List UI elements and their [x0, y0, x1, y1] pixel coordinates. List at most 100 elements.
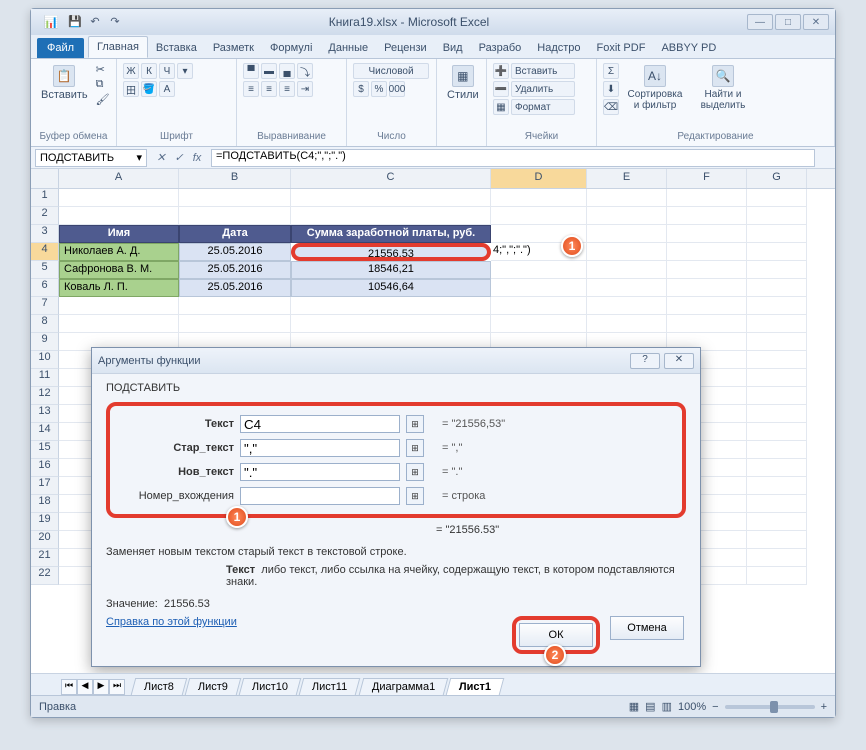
cell[interactable] — [747, 387, 807, 405]
row-header[interactable]: 10 — [31, 351, 59, 369]
cell[interactable] — [179, 189, 291, 207]
zoom-in-button[interactable]: + — [821, 701, 827, 713]
col-header-e[interactable]: E — [587, 169, 667, 188]
formula-input[interactable]: =ПОДСТАВИТЬ(C4;",";".") — [211, 149, 815, 167]
insert-cells-label[interactable]: Вставить — [511, 63, 575, 79]
number-format-dropdown[interactable]: Числовой — [353, 63, 429, 79]
arg-input-oldtext[interactable] — [240, 439, 400, 457]
close-button[interactable]: ✕ — [803, 14, 829, 30]
align-right-icon[interactable]: ≡ — [279, 81, 295, 97]
system-menu-icon[interactable]: 📊 — [31, 15, 71, 29]
row-header[interactable]: 18 — [31, 495, 59, 513]
tab-foxit[interactable]: Foxit PDF — [589, 38, 654, 58]
select-all-corner[interactable] — [31, 169, 59, 188]
row-header[interactable]: 5 — [31, 261, 59, 279]
row-header[interactable]: 2 — [31, 207, 59, 225]
cell[interactable]: Дата — [179, 225, 291, 243]
col-header-c[interactable]: C — [291, 169, 491, 188]
arg-ref-button-newtext[interactable]: ⊞ — [406, 463, 424, 481]
cell[interactable]: 25.05.2016 — [179, 261, 291, 279]
cell[interactable] — [747, 531, 807, 549]
cell[interactable] — [587, 189, 667, 207]
zoom-thumb[interactable] — [770, 701, 778, 713]
sheet-nav-last[interactable]: ⏭ — [109, 679, 125, 695]
cell[interactable] — [491, 207, 587, 225]
sheet-nav-first[interactable]: ⏮ — [61, 679, 77, 695]
align-left-icon[interactable]: ≡ — [243, 81, 259, 97]
cell[interactable] — [667, 297, 747, 315]
align-middle-icon[interactable]: ▬ — [261, 63, 277, 79]
cell[interactable] — [747, 459, 807, 477]
clear-icon[interactable]: ⌫ — [603, 99, 619, 115]
cell[interactable] — [59, 315, 179, 333]
cell[interactable] — [747, 405, 807, 423]
cell[interactable] — [491, 261, 587, 279]
copy-icon[interactable]: ⧉ — [96, 78, 110, 91]
cell[interactable] — [291, 189, 491, 207]
tab-insert[interactable]: Вставка — [148, 38, 205, 58]
sheet-tab[interactable]: Лист8 — [131, 678, 188, 695]
cell[interactable] — [747, 189, 807, 207]
view-pagelayout-icon[interactable]: ▤ — [645, 700, 655, 713]
tab-view[interactable]: Вид — [435, 38, 471, 58]
row-header[interactable]: 1 — [31, 189, 59, 207]
font-size-icon[interactable]: ▾ — [177, 63, 193, 79]
cell[interactable] — [747, 243, 807, 261]
orientation-icon[interactable]: ⤵ — [297, 63, 313, 79]
cell[interactable] — [747, 567, 807, 585]
row-header[interactable]: 11 — [31, 369, 59, 387]
row-header[interactable]: 8 — [31, 315, 59, 333]
underline-icon[interactable]: Ч — [159, 63, 175, 79]
col-header-g[interactable]: G — [747, 169, 807, 188]
cell[interactable] — [491, 189, 587, 207]
cell[interactable] — [59, 207, 179, 225]
minimize-button[interactable]: — — [747, 14, 773, 30]
cell[interactable]: Николаев А. Д. — [59, 243, 179, 261]
zoom-slider[interactable] — [725, 705, 815, 709]
cell[interactable] — [179, 297, 291, 315]
row-header[interactable]: 4 — [31, 243, 59, 261]
cell[interactable] — [747, 441, 807, 459]
name-box-dropdown-icon[interactable]: ▾ — [136, 151, 142, 164]
cell[interactable] — [491, 279, 587, 297]
bold-icon[interactable]: Ж — [123, 63, 139, 79]
align-center-icon[interactable]: ≡ — [261, 81, 277, 97]
cell[interactable] — [587, 279, 667, 297]
cell[interactable]: 18546,21 — [291, 261, 491, 279]
cell[interactable] — [291, 297, 491, 315]
cell[interactable] — [667, 207, 747, 225]
cell[interactable]: Сумма заработной платы, руб. — [291, 225, 491, 243]
format-cells-label[interactable]: Формат — [511, 99, 575, 115]
find-select-button[interactable]: 🔍 Найти и выделить — [691, 63, 755, 113]
row-header[interactable]: 7 — [31, 297, 59, 315]
tab-formulas[interactable]: Формулі — [262, 38, 320, 58]
tab-pagelayout[interactable]: Разметк — [205, 38, 262, 58]
cell[interactable]: Коваль Л. П. — [59, 279, 179, 297]
cut-icon[interactable]: ✂ — [96, 63, 110, 76]
cell[interactable] — [587, 315, 667, 333]
sheet-tab[interactable]: Лист9 — [185, 678, 242, 695]
cancel-formula-icon[interactable]: ✕ — [153, 150, 169, 166]
col-header-b[interactable]: B — [179, 169, 291, 188]
cell[interactable]: 25.05.2016 — [179, 243, 291, 261]
align-bottom-icon[interactable]: ▄ — [279, 63, 295, 79]
fill-color-icon[interactable]: 🪣 — [141, 81, 157, 97]
arg-ref-button-instance[interactable]: ⊞ — [406, 487, 424, 505]
styles-button[interactable]: ▦ Стили — [443, 63, 483, 103]
tab-data[interactable]: Данные — [320, 38, 376, 58]
cell[interactable] — [747, 513, 807, 531]
cell[interactable] — [491, 297, 587, 315]
cell[interactable] — [179, 207, 291, 225]
sheet-nav-prev[interactable]: ◀ — [77, 679, 93, 695]
row-header[interactable]: 3 — [31, 225, 59, 243]
cell[interactable] — [747, 225, 807, 243]
cell[interactable]: 10546,64 — [291, 279, 491, 297]
cell[interactable] — [59, 189, 179, 207]
delete-cells-label[interactable]: Удалить — [511, 81, 575, 97]
cell[interactable] — [179, 315, 291, 333]
row-header[interactable]: 19 — [31, 513, 59, 531]
cell[interactable] — [747, 477, 807, 495]
sheet-tab[interactable]: Диаграмма1 — [358, 678, 448, 695]
dialog-titlebar[interactable]: Аргументы функции ? ✕ — [92, 348, 700, 374]
cell[interactable] — [747, 369, 807, 387]
